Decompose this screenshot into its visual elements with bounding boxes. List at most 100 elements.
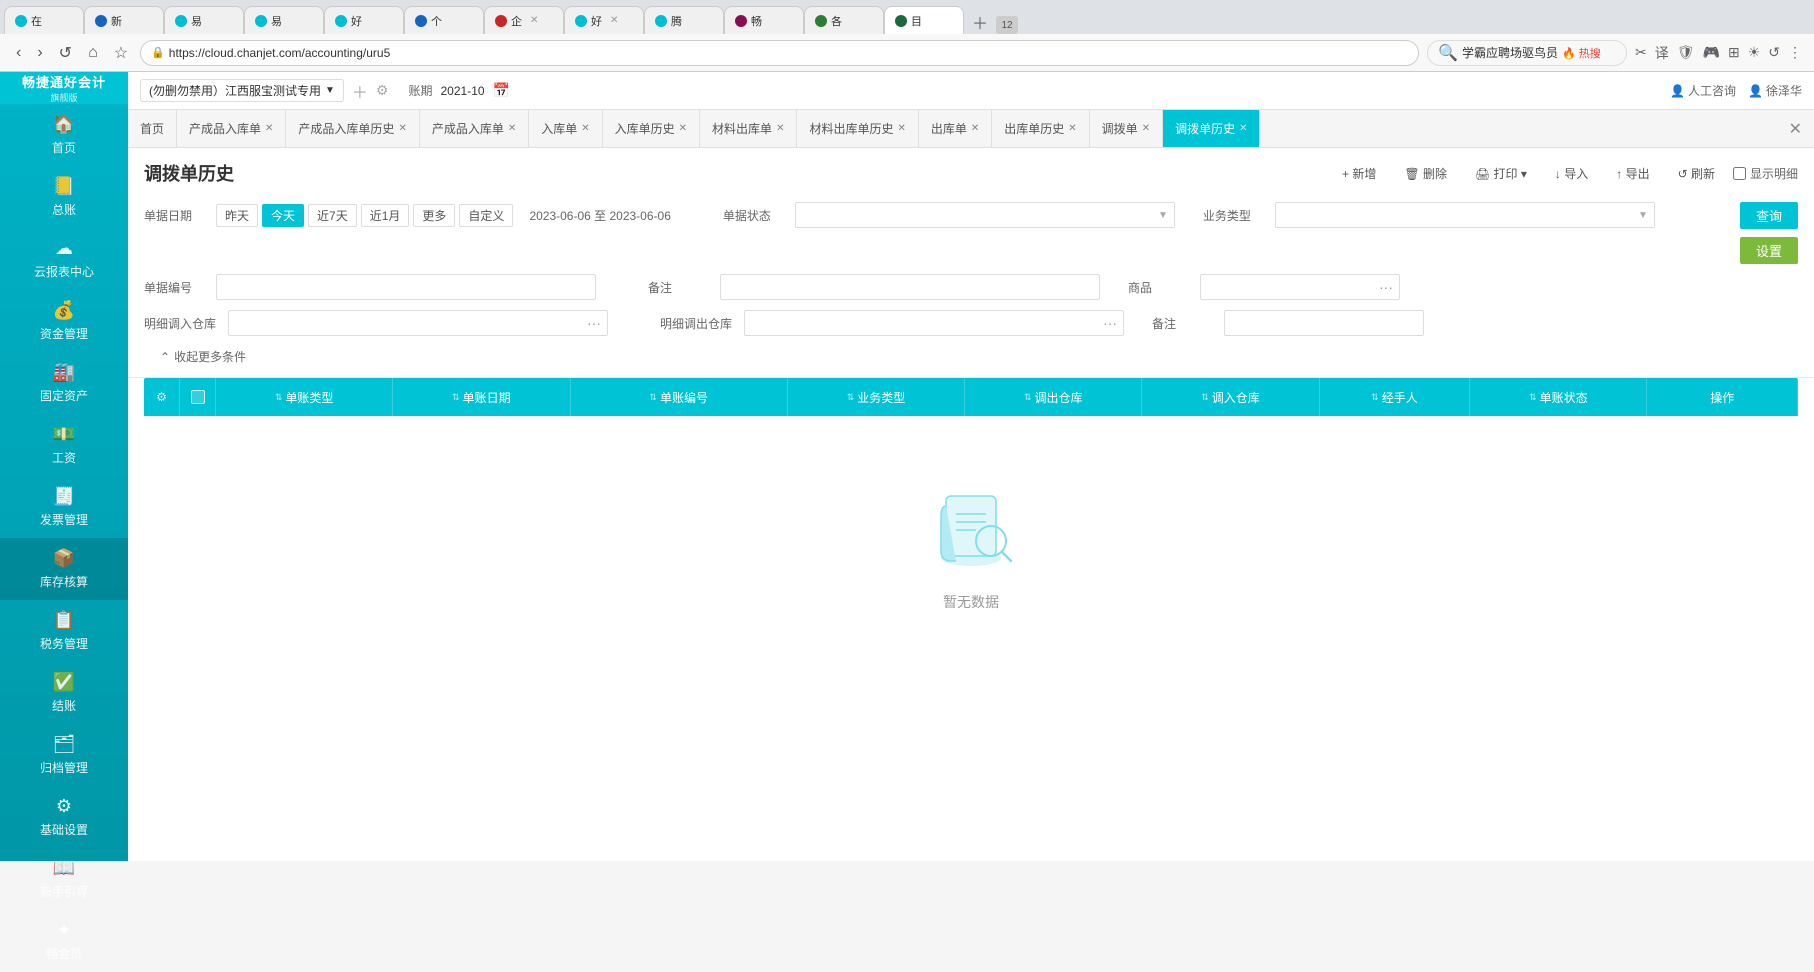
browser-tab-5[interactable]: 好 <box>324 6 404 34</box>
close-tab-5[interactable]: ✕ <box>679 123 687 134</box>
sidebar-item-invoice[interactable]: 🧾 发票管理 <box>0 476 128 538</box>
no-col-header[interactable]: ⇅ 单账编号 <box>571 378 788 416</box>
goods-filter-input[interactable]: ··· <box>1200 274 1400 300</box>
page-tab-outbound2[interactable]: 出库单 ✕ <box>919 110 992 148</box>
out-col-header[interactable]: ⇅ 调出仓库 <box>965 378 1142 416</box>
add-btn[interactable]: + 新增 <box>1332 161 1386 186</box>
browser-tab-9[interactable]: 腾 <box>644 6 724 34</box>
status-filter-select[interactable]: ▼ <box>795 202 1175 228</box>
page-tab-transfer[interactable]: 调拨单 ✕ <box>1090 110 1163 148</box>
undo-icon[interactable]: ↺ <box>1768 44 1780 61</box>
back-btn[interactable]: ‹ <box>12 42 25 64</box>
browser-tab-1[interactable]: 在 <box>4 6 84 34</box>
settings-btn[interactable]: 设置 <box>1740 237 1798 264</box>
settings-col-header[interactable]: ⚙ <box>144 378 180 416</box>
date-btn-yesterday[interactable]: 昨天 <box>216 204 258 227</box>
query-btn[interactable]: 查询 <box>1740 202 1798 229</box>
export-btn[interactable]: ↑ 导出 <box>1606 161 1659 186</box>
no-filter-input[interactable] <box>216 274 596 300</box>
brightness-icon[interactable]: ☀ <box>1748 44 1761 61</box>
forward-btn[interactable]: › <box>33 42 46 64</box>
menu-icon[interactable]: ⋮ <box>1788 44 1802 61</box>
page-tab-home[interactable]: 首页 <box>128 110 177 148</box>
sidebar-item-fixed-assets[interactable]: 🏭 固定资产 <box>0 352 128 414</box>
sidebar-item-member[interactable]: ✦ 畅会员 <box>0 910 128 972</box>
collapse-btn[interactable]: ⌃ 收起更多条件 <box>144 344 1798 369</box>
new-tab-btn[interactable]: ＋ <box>964 10 996 34</box>
close-tab-2[interactable]: ✕ <box>398 123 406 134</box>
company-selector[interactable]: (勿删勿禁用）江西服宝测试专用 ▼ <box>140 79 344 102</box>
sidebar-item-inventory[interactable]: 📦 库存核算 <box>0 538 128 600</box>
page-tab-inbound3[interactable]: 入库单 ✕ <box>529 110 602 148</box>
sidebar-item-home[interactable]: 🏠 首页 <box>0 104 128 166</box>
close-tab-7[interactable]: ✕ <box>897 123 905 134</box>
header-checkbox[interactable] <box>191 390 205 404</box>
grid-icon[interactable]: ⊞ <box>1728 44 1740 61</box>
browser-tab-7[interactable]: 企 ✕ <box>484 6 564 34</box>
close-tab-8[interactable]: ✕ <box>971 123 979 134</box>
sidebar-item-archive[interactable]: 🗂 归档管理 <box>0 724 128 786</box>
settings-icon[interactable]: ⚙ <box>376 82 389 99</box>
page-tab-inbound1-history[interactable]: 产成品入库单历史 ✕ <box>286 110 419 148</box>
browser-tab-8[interactable]: 好 ✕ <box>564 6 644 34</box>
page-tab-transfer-history[interactable]: 调拨单历史 ✕ <box>1163 110 1260 148</box>
page-tab-outbound2-history[interactable]: 出库单历史 ✕ <box>992 110 1089 148</box>
bookmark-btn[interactable]: ☆ <box>110 41 132 65</box>
date-btn-custom[interactable]: 自定义 <box>459 204 513 227</box>
close-tab-6[interactable]: ✕ <box>776 123 784 134</box>
sidebar-item-ledger[interactable]: 📒 总账 <box>0 166 128 228</box>
close-tab-11[interactable]: ✕ <box>1239 123 1247 134</box>
remark-filter-input[interactable] <box>720 274 1100 300</box>
date-btn-today[interactable]: 今天 <box>262 204 304 227</box>
browser-tab-12[interactable]: 目 <box>884 6 964 34</box>
page-tab-inbound2[interactable]: 产成品入库单 ✕ <box>420 110 529 148</box>
browser-tab-3[interactable]: 易 <box>164 6 244 34</box>
browser-tab-4[interactable]: 易 <box>244 6 324 34</box>
refresh-btn[interactable]: ↺ 刷新 <box>1668 161 1725 186</box>
page-tab-outbound1-history[interactable]: 材料出库单历史 ✕ <box>797 110 918 148</box>
display-toggle-checkbox[interactable] <box>1733 167 1746 180</box>
browser-tab-2[interactable]: 新 <box>84 6 164 34</box>
date-btn-more[interactable]: 更多 <box>413 204 455 227</box>
close-all-tabs-btn[interactable]: ✕ <box>1777 119 1814 139</box>
handler-col-header[interactable]: ⇅ 经手人 <box>1320 378 1471 416</box>
sidebar-item-cloud-report[interactable]: ☁ 云报表中心 <box>0 228 128 290</box>
game-icon[interactable]: 🎮 <box>1703 44 1720 61</box>
browser-tab-11[interactable]: 各 <box>804 6 884 34</box>
biz-type-filter-select[interactable]: ▼ <box>1275 202 1655 228</box>
close-tab-9[interactable]: ✕ <box>1068 123 1076 134</box>
sidebar-item-salary[interactable]: 💵 工资 <box>0 414 128 476</box>
date-col-header[interactable]: ⇅ 单账日期 <box>393 378 570 416</box>
checkbox-col-header[interactable] <box>180 378 216 416</box>
url-bar[interactable]: 🔒 https://cloud.chanjet.com/accounting/u… <box>140 40 1419 66</box>
sidebar-item-tax[interactable]: 📋 税务管理 <box>0 600 128 662</box>
in-wh-input[interactable]: ··· <box>228 310 608 336</box>
shield-icon[interactable]: 🛡 <box>1677 44 1695 61</box>
status-col-header[interactable]: ⇅ 单账状态 <box>1470 378 1647 416</box>
close-tab-3[interactable]: ✕ <box>508 123 516 134</box>
page-tab-inbound3-history[interactable]: 入库单历史 ✕ <box>603 110 700 148</box>
user-service-btn[interactable]: 👤 人工咨询 <box>1670 82 1736 99</box>
page-tab-inbound1[interactable]: 产成品入库单 ✕ <box>177 110 286 148</box>
calendar-icon[interactable]: 📅 <box>493 82 510 99</box>
close-tab-10[interactable]: ✕ <box>1142 123 1150 134</box>
date-btn-7days[interactable]: 近7天 <box>308 204 357 227</box>
home-btn[interactable]: ⌂ <box>84 42 102 64</box>
biz-col-header[interactable]: ⇅ 业务类型 <box>788 378 965 416</box>
sidebar-item-guide[interactable]: 📖 新手引导 <box>0 848 128 910</box>
in-col-header[interactable]: ⇅ 调入仓库 <box>1142 378 1319 416</box>
add-company-btn[interactable]: ＋ <box>352 79 368 103</box>
print-btn[interactable]: 🖨 打印 ▾ <box>1465 161 1537 186</box>
sidebar-item-close-period[interactable]: ✅ 结账 <box>0 662 128 724</box>
close-tab-4[interactable]: ✕ <box>581 123 589 134</box>
sidebar-logo[interactable]: 畅捷通好会计 旗舰版 <box>0 72 128 104</box>
browser-tab-6[interactable]: 个 <box>404 6 484 34</box>
import-btn[interactable]: ↓ 导入 <box>1545 161 1598 186</box>
close-tab-1[interactable]: ✕ <box>265 123 273 134</box>
reload-btn[interactable]: ↺ <box>55 41 76 65</box>
delete-btn[interactable]: 🗑 删除 <box>1394 161 1457 186</box>
search-bar[interactable]: 🔍 学霸应聘场驱鸟员 🔥 热搜 <box>1427 40 1627 66</box>
browser-tab-10[interactable]: 畅 <box>724 6 804 34</box>
translate-icon[interactable]: 译 <box>1655 43 1669 63</box>
sidebar-item-basic-settings[interactable]: ⚙ 基础设置 <box>0 786 128 848</box>
